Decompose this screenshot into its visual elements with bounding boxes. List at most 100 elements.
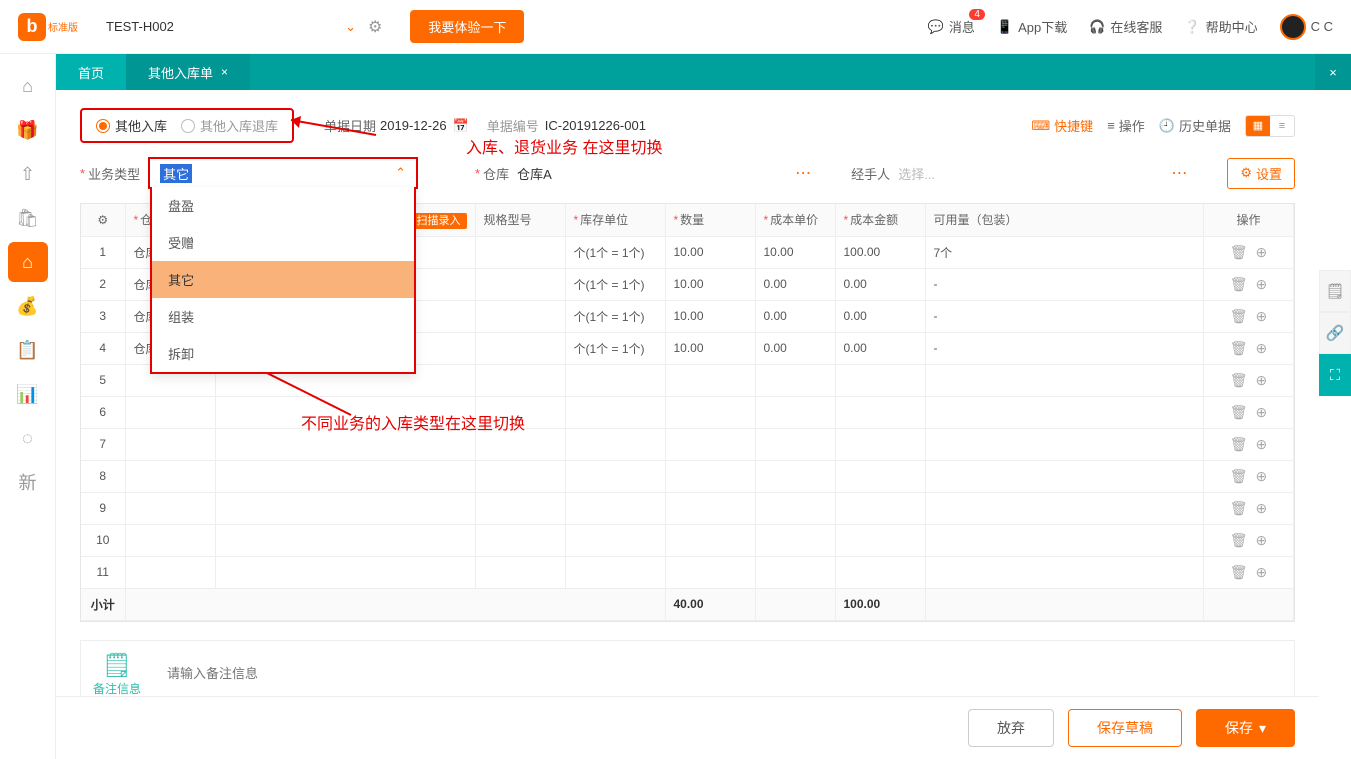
chevron-up-icon: ⌃ — [395, 165, 406, 181]
dropdown-option[interactable]: 盘盈 — [152, 187, 414, 224]
radio-inbound[interactable]: 其他入库 — [96, 116, 167, 135]
delete-icon[interactable]: 🗑 — [1230, 500, 1248, 516]
copy-icon[interactable]: ⊕ — [1256, 308, 1268, 324]
docnum-value: IC-20191226-001 — [545, 118, 646, 133]
right-rail: 🗒 🔗 ⛶ — [1319, 90, 1351, 396]
date-value[interactable]: 2019-12-26 — [380, 118, 447, 133]
copy-icon[interactable]: ⊕ — [1256, 276, 1268, 292]
document-toolbar: 其他入库 其他入库退库 单据日期 2019-12-26 📅 单据编号 IC-20… — [56, 90, 1319, 149]
dropdown-option[interactable]: 其它 — [152, 261, 414, 298]
dropdown-option[interactable]: 组装 — [152, 298, 414, 335]
col-price: *成本单价 — [755, 204, 835, 236]
rail-link-icon[interactable]: 🔗 — [1319, 312, 1351, 354]
delete-icon[interactable]: 🗑 — [1230, 244, 1248, 260]
org-selector-value: TEST-H002 — [106, 19, 174, 34]
biz-type-dropdown[interactable]: 其它 ⌃ 盘盈 受赠 其它 组装 拆卸 — [148, 157, 418, 189]
messages-link[interactable]: 💬 消息 4 — [928, 17, 975, 36]
logo-icon: b — [18, 13, 46, 41]
warehouse-value[interactable]: 仓库A — [517, 164, 552, 183]
history-link[interactable]: 🕘历史单据 — [1159, 116, 1231, 135]
tab-other-inbound[interactable]: 其他入库单 × — [126, 54, 250, 90]
copy-icon[interactable]: ⊕ — [1256, 468, 1268, 484]
operate-link[interactable]: ≡操作 — [1107, 116, 1145, 135]
date-label: 单据日期 — [324, 116, 376, 135]
nav-money-icon[interactable]: 💰 — [8, 286, 48, 326]
business-radio-group: 其他入库 其他入库退库 — [80, 108, 294, 143]
handler-field: 经手人 选择... ⋯ — [851, 163, 1227, 183]
tab-home[interactable]: 首页 — [56, 54, 126, 90]
copy-icon[interactable]: ⊕ — [1256, 532, 1268, 548]
delete-icon[interactable]: 🗑 — [1230, 436, 1248, 452]
copy-icon[interactable]: ⊕ — [1256, 436, 1268, 452]
table-row[interactable]: 11🗑⊕ — [81, 556, 1294, 588]
avatar-icon — [1280, 14, 1306, 40]
service-link[interactable]: 🎧 在线客服 — [1089, 17, 1162, 36]
col-gear[interactable]: ⚙ — [81, 204, 125, 236]
dropdown-input[interactable]: 其它 ⌃ — [150, 159, 416, 187]
top-header: b 标准版 TEST-H002 ⌄ ⚙ 我要体验一下 💬 消息 4 📱 App下… — [0, 0, 1351, 54]
chevron-down-icon: ▾ — [1259, 720, 1266, 737]
try-button[interactable]: 我要体验一下 — [410, 10, 524, 43]
copy-icon[interactable]: ⊕ — [1256, 500, 1268, 516]
nav-new-icon[interactable]: 新 — [8, 462, 48, 502]
nav-clipboard-icon[interactable]: 📋 — [8, 330, 48, 370]
col-amount: *成本金额 — [835, 204, 925, 236]
view-grid-icon[interactable]: ▦ — [1246, 116, 1270, 136]
rail-expand-icon[interactable]: ⛶ — [1319, 354, 1351, 396]
col-qty: *数量 — [665, 204, 755, 236]
table-row[interactable]: 8🗑⊕ — [81, 460, 1294, 492]
biz-type-label: 业务类型 — [88, 164, 140, 183]
delete-icon[interactable]: 🗑 — [1230, 308, 1248, 324]
discard-button[interactable]: 放弃 — [968, 709, 1054, 747]
copy-icon[interactable]: ⊕ — [1256, 564, 1268, 580]
dropdown-option[interactable]: 拆卸 — [152, 335, 414, 372]
table-row[interactable]: 7🗑⊕ — [81, 428, 1294, 460]
save-button[interactable]: 保存▾ — [1196, 709, 1295, 747]
shortcut-link[interactable]: ⌨快捷键 — [1031, 116, 1093, 135]
nav-gift-icon[interactable]: 🎁 — [8, 110, 48, 150]
close-icon[interactable]: × — [221, 65, 228, 79]
handler-input[interactable]: 选择... — [898, 164, 935, 183]
copy-icon[interactable]: ⊕ — [1256, 372, 1268, 388]
table-row[interactable]: 10🗑⊕ — [81, 524, 1294, 556]
tabs-close-all[interactable]: × — [1315, 54, 1351, 90]
table-row[interactable]: 6🗑⊕ — [81, 396, 1294, 428]
view-list-icon[interactable]: ≡ — [1270, 116, 1294, 136]
copy-icon[interactable]: ⊕ — [1256, 404, 1268, 420]
nav-warehouse-icon[interactable]: ⌂ — [8, 242, 48, 282]
user-menu[interactable]: C C — [1280, 14, 1333, 40]
delete-icon[interactable]: 🗑 — [1230, 404, 1248, 420]
calendar-icon[interactable]: 📅 — [453, 118, 469, 134]
rail-note-icon[interactable]: 🗒 — [1319, 270, 1351, 312]
gear-icon[interactable]: ⚙ — [368, 17, 382, 37]
copy-icon[interactable]: ⊕ — [1256, 244, 1268, 260]
chevron-down-icon: ⌄ — [345, 19, 356, 35]
table-row[interactable]: 9🗑⊕ — [81, 492, 1294, 524]
delete-icon[interactable]: 🗑 — [1230, 340, 1248, 356]
delete-icon[interactable]: 🗑 — [1230, 532, 1248, 548]
nav-circle-icon[interactable]: ◌ — [8, 418, 48, 458]
settings-button[interactable]: ⚙ 设置 — [1227, 158, 1295, 189]
dropdown-option[interactable]: 受赠 — [152, 224, 414, 261]
delete-icon[interactable]: 🗑 — [1230, 372, 1248, 388]
more-icon[interactable]: ⋯ — [795, 163, 811, 183]
delete-icon[interactable]: 🗑 — [1230, 468, 1248, 484]
nav-bag-icon[interactable]: 🛍 — [8, 198, 48, 238]
biz-type-field: * 业务类型 其它 ⌃ 盘盈 受赠 其它 组装 拆卸 — [80, 157, 475, 189]
save-draft-button[interactable]: 保存草稿 — [1068, 709, 1182, 747]
copy-icon[interactable]: ⊕ — [1256, 340, 1268, 356]
help-link[interactable]: ❔ 帮助中心 — [1184, 17, 1257, 36]
delete-icon[interactable]: 🗑 — [1230, 564, 1248, 580]
nav-house-icon[interactable]: ⇧ — [8, 154, 48, 194]
nav-report-icon[interactable]: 📊 — [8, 374, 48, 414]
nav-home-icon[interactable]: ⌂ — [8, 66, 48, 106]
radio-return[interactable]: 其他入库退库 — [181, 116, 278, 135]
app-download-link[interactable]: 📱 App下载 — [997, 17, 1067, 36]
col-unit: *库存单位 — [565, 204, 665, 236]
delete-icon[interactable]: 🗑 — [1230, 276, 1248, 292]
org-selector[interactable]: TEST-H002 ⌄ — [106, 15, 356, 39]
left-sidebar: ⌂ 🎁 ⇧ 🛍 ⌂ 💰 📋 📊 ◌ 新 — [0, 54, 56, 759]
dropdown-selected: 其它 — [160, 164, 192, 183]
message-badge: 4 — [969, 9, 985, 20]
more-icon[interactable]: ⋯ — [1171, 163, 1187, 183]
